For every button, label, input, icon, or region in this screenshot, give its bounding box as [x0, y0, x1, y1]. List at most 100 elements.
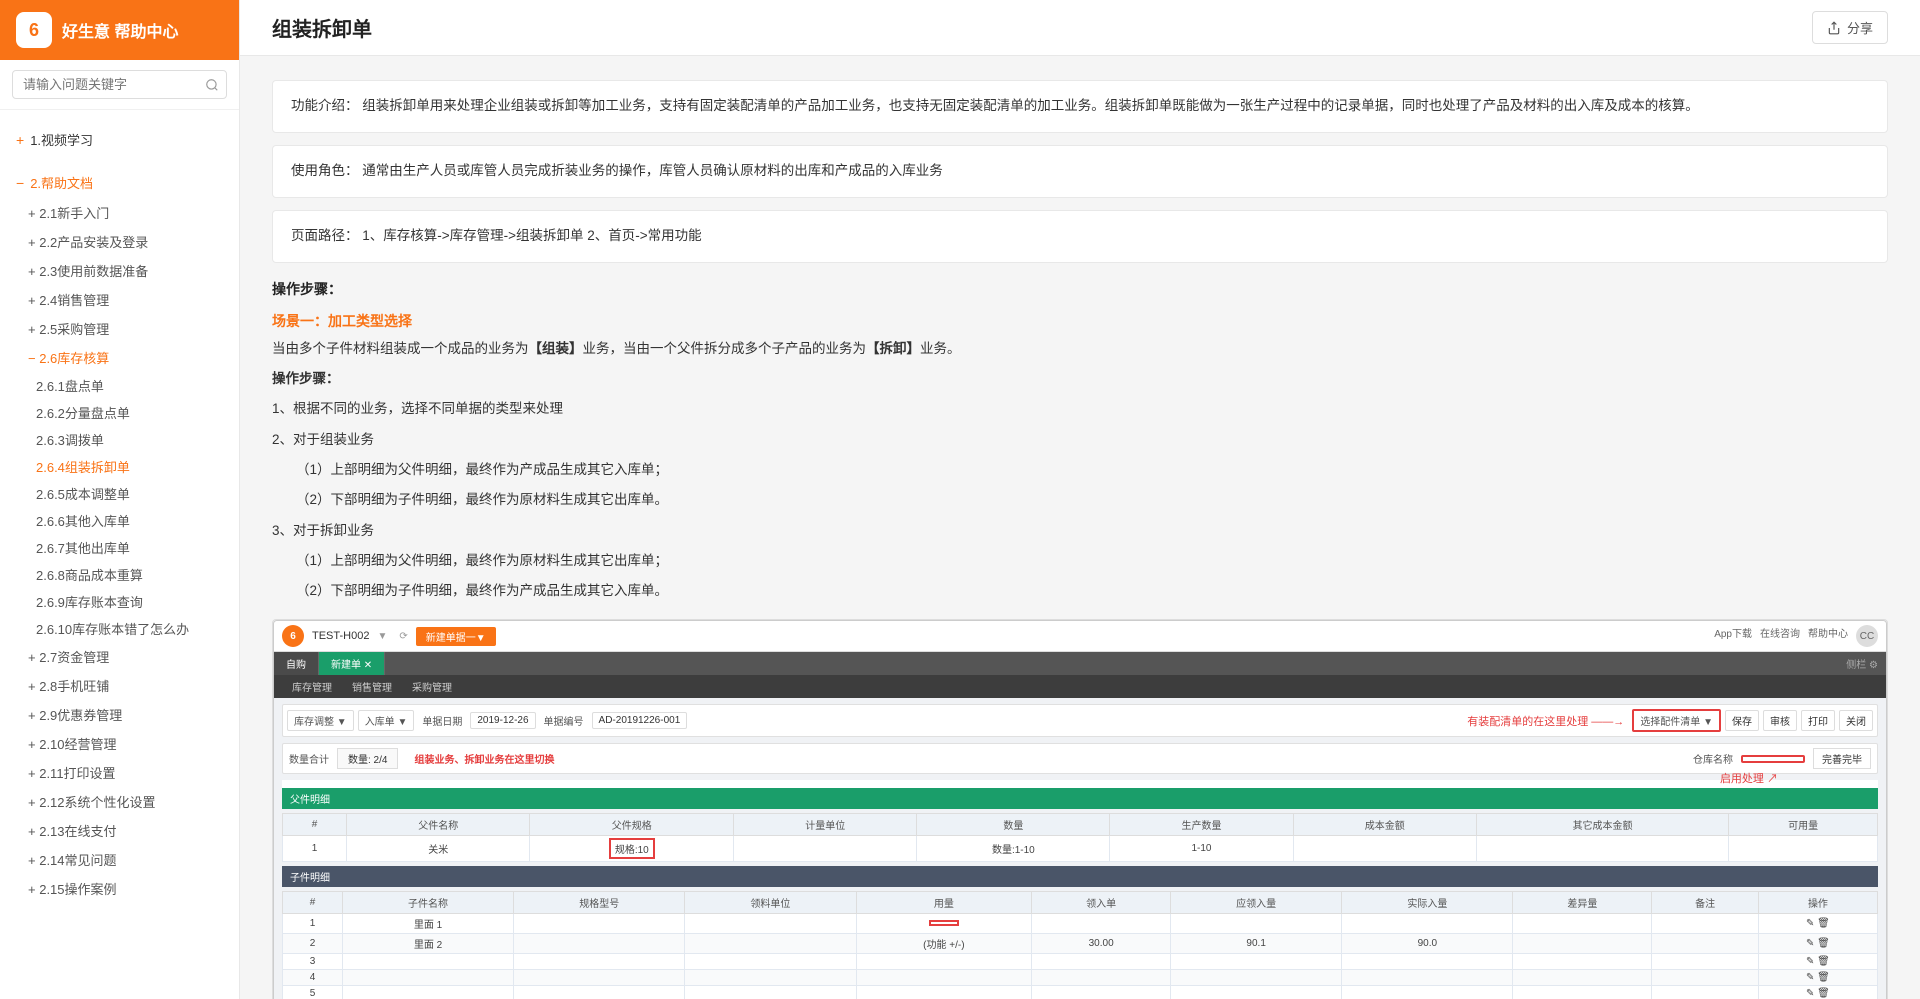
collapse-icon: −: [28, 351, 39, 366]
table-row: 4✎ 🗑: [283, 970, 1878, 986]
mock-warehouse-input[interactable]: [1741, 755, 1805, 763]
mock-annotation-2: 组装业务、拆卸业务在这里切换: [414, 751, 554, 766]
mock-nav-tab-1[interactable]: 自购: [274, 652, 319, 675]
sidebar-item-label: 2.13在线支付: [39, 824, 116, 839]
table-row: 3✎ 🗑: [283, 954, 1878, 970]
sidebar-item-2.6.2[interactable]: 2.6.2分量盘点单: [0, 399, 239, 426]
steps-label: 操作步骤：: [272, 367, 1888, 391]
sidebar-item-2.1[interactable]: + 2.1新手入门: [0, 198, 239, 227]
mock-new-bill-btn[interactable]: 新建单据一▼: [416, 627, 496, 646]
nav-section-video: + 1.视频学习: [0, 118, 239, 161]
mock-second-nav: 库存管理 销售管理 采购管理: [274, 675, 1886, 698]
mock-lower-table-area: # 子件名称 规格型号 领料单位 用量 领入单 应领入量 实际入量 差异量: [282, 891, 1878, 999]
sidebar-item-label: 2.4销售管理: [39, 293, 109, 308]
sidebar-item-2.2[interactable]: + 2.2产品安装及登录: [0, 227, 239, 256]
sidebar-item-label: 2.15操作案例: [39, 882, 116, 897]
sidebar-item-2.13[interactable]: + 2.13在线支付: [0, 816, 239, 845]
mock-date-label: 单据日期: [422, 713, 462, 728]
step3-1: （1）上部明细为父件明细，最终作为原材料生成其它出库单；: [272, 549, 1888, 573]
sidebar-item-2.11[interactable]: + 2.11打印设置: [0, 758, 239, 787]
mock-type-dropdown[interactable]: 库存调整 ▼: [287, 710, 354, 731]
sidebar-item-2.6.4[interactable]: 2.6.4组装拆卸单: [0, 453, 239, 480]
search-input[interactable]: [12, 70, 227, 99]
sidebar-item-2.6.3[interactable]: 2.6.3调拨单: [0, 426, 239, 453]
mock-annotation-3-area: 启用处理 ↗: [282, 780, 1878, 788]
scene1-desc: 当由多个子件材料组装成一个成品的业务为【组装】业务，当由一个父件拆分成多个子产品…: [272, 337, 1888, 361]
sidebar-item-2.5[interactable]: + 2.5采购管理: [0, 314, 239, 343]
mock-confirm-btn[interactable]: 完善完毕: [1813, 748, 1871, 769]
sidebar-item-label: 2.8手机旺铺: [39, 679, 109, 694]
sidebar-item-label: 1.视频学习: [30, 130, 93, 149]
mock-toolbar-row: 库存调整 ▼ 入库单 ▼ 单据日期 2019-12-26 单据编号 AD-201…: [282, 704, 1878, 737]
mock-col-cost: 成本金额: [1293, 814, 1476, 836]
sidebar-item-2.6.7[interactable]: 2.6.7其他出库单: [0, 534, 239, 561]
table-row: 1 里面 1 ✎ 🗑: [283, 914, 1878, 934]
sidebar-item-2.14[interactable]: + 2.14常见问题: [0, 845, 239, 874]
mock-save-btn[interactable]: 保存: [1725, 710, 1759, 731]
sidebar-item-2.12[interactable]: + 2.12系统个性化设置: [0, 787, 239, 816]
mock-logo: 6: [282, 625, 304, 647]
mock-warehouse-label: 仓库名称: [1693, 751, 1733, 766]
role-text: 通常由生产人员或库管人员完成折装业务的操作，库管人员确认原材料的出库和产成品的入…: [362, 163, 943, 178]
expand-icon: +: [28, 737, 39, 752]
sidebar-item-label: 2.9优惠券管理: [39, 708, 122, 723]
collapse-icon: −: [16, 175, 24, 191]
sidebar-item-2.9[interactable]: + 2.9优惠券管理: [0, 700, 239, 729]
sidebar-item-docs[interactable]: − 2.帮助文档: [0, 167, 239, 198]
path-text: 1、库存核算->库存管理->组装拆卸单 2、首页->常用功能: [362, 228, 701, 243]
mock-col-available: 可用量: [1729, 814, 1878, 836]
expand-icon: +: [28, 853, 39, 868]
sidebar-item-2.4[interactable]: + 2.4销售管理: [0, 285, 239, 314]
sidebar-item-2.6.6[interactable]: 2.6.6其他入库单: [0, 507, 239, 534]
mock-subtype-dropdown[interactable]: 入库单 ▼: [358, 710, 415, 731]
mock-online-support: 在线咨询: [1760, 625, 1800, 647]
sidebar-item-label: 2.3使用前数据准备: [39, 264, 148, 279]
sidebar-item-2.15[interactable]: + 2.15操作案例: [0, 874, 239, 903]
app-logo: 6: [16, 12, 52, 48]
mock-close-btn[interactable]: 关闭: [1839, 710, 1873, 731]
mock-form-qty-label: 数量合计: [289, 751, 329, 766]
mock-col-unit: 计量单位: [734, 814, 917, 836]
sidebar-item-2.8[interactable]: + 2.8手机旺铺: [0, 671, 239, 700]
mock-audit-btn[interactable]: 审核: [1763, 710, 1797, 731]
expand-icon: +: [28, 235, 39, 250]
table-row: 1 关米 规格:10 数量:1-10 1-10: [283, 836, 1878, 862]
sidebar: 6 好生意 帮助中心 + 1.视频学习 − 2.帮助文档 + 2.: [0, 0, 240, 999]
mock-sync-icon: ⟳: [399, 631, 407, 642]
mock-company: TEST-H002: [312, 630, 369, 642]
intro-card: 功能介绍： 组装拆卸单用来处理企业组装或拆卸等加工业务，支持有固定装配清单的产品…: [272, 80, 1888, 133]
mock-topbar: 6 TEST-H002 ▼ ⟳ 新建单据一▼ App下载 在线咨询 帮助中心 C…: [274, 621, 1886, 652]
mock-col-qty: 数量: [917, 814, 1110, 836]
step1: 1、根据不同的业务，选择不同单据的类型来处理: [272, 397, 1888, 421]
mock-form-row: 数量合计 数量: 2/4 组装业务、拆卸业务在这里切换 仓库名称 完善完毕: [282, 743, 1878, 774]
sidebar-item-video[interactable]: + 1.视频学习: [0, 124, 239, 155]
expand-icon: +: [28, 708, 39, 723]
sidebar-item-2.10[interactable]: + 2.10经营管理: [0, 729, 239, 758]
sidebar-item-2.6.8[interactable]: 2.6.8商品成本重算: [0, 561, 239, 588]
share-button[interactable]: 分享: [1812, 11, 1888, 44]
step3: 3、对于拆卸业务: [272, 519, 1888, 543]
sidebar-item-2.6[interactable]: − 2.6库存核算: [0, 343, 239, 372]
mock-col-prod-qty: 生产数量: [1110, 814, 1293, 836]
mock-nav-tabs: 自购 新建单 ✕ 侧栏 ⚙: [274, 652, 1886, 675]
sidebar-item-2.6.5[interactable]: 2.6.5成本调整单: [0, 480, 239, 507]
mock-nav-purchase[interactable]: 采购管理: [402, 675, 462, 698]
mock-config-btn[interactable]: 选择配件清单 ▼: [1632, 709, 1721, 732]
mock-col-parent-spec: 父件规格: [530, 814, 734, 836]
mock-nav-inventory[interactable]: 库存管理: [282, 675, 342, 698]
steps-title: 操作步骤：: [272, 279, 1888, 299]
mock-nav-tab-2[interactable]: 新建单 ✕: [319, 652, 385, 675]
mock-date-value: 2019-12-26: [470, 712, 535, 729]
mock-nav-sales[interactable]: 销售管理: [342, 675, 402, 698]
mock-dropdown-icon: ▼: [377, 631, 387, 642]
sidebar-item-2.6.10[interactable]: 2.6.10库存账本错了怎么办: [0, 615, 239, 642]
sidebar-item-2.6.1[interactable]: 2.6.1盘点单: [0, 372, 239, 399]
expand-icon: +: [16, 132, 24, 148]
expand-icon: +: [28, 679, 39, 694]
sidebar-item-2.6.9[interactable]: 2.6.9库存账本查询: [0, 588, 239, 615]
sidebar-item-2.7[interactable]: + 2.7资金管理: [0, 642, 239, 671]
mock-print-btn[interactable]: 打印: [1801, 710, 1835, 731]
intro-text: 组装拆卸单用来处理企业组装或拆卸等加工业务，支持有固定装配清单的产品加工业务，也…: [362, 98, 1699, 113]
sidebar-item-2.3[interactable]: + 2.3使用前数据准备: [0, 256, 239, 285]
expand-icon: +: [28, 206, 39, 221]
